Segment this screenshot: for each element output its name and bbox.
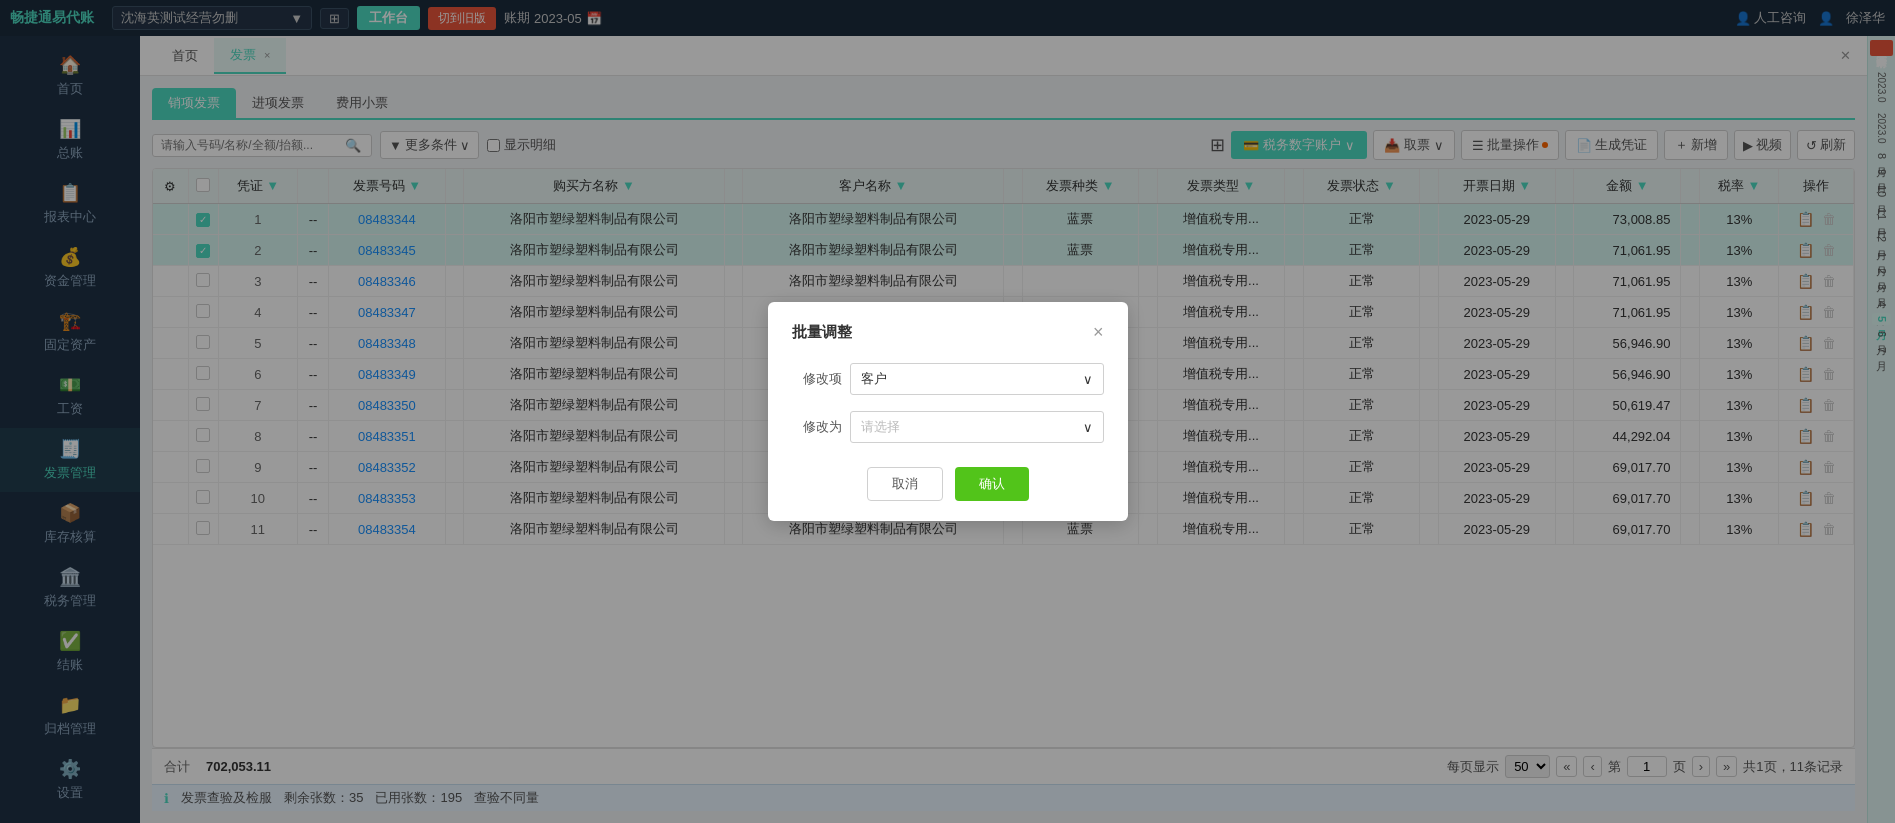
modal-close-btn[interactable]: × [1093,322,1104,343]
modal-overlay: 批量调整 × 修改项 客户 ∨ 修改为 请选择 ∨ 取消 确认 [0,0,1895,823]
modify-value-label: 修改为 [792,418,842,436]
modal-cancel-btn[interactable]: 取消 [867,467,943,501]
modify-value-placeholder: 请选择 [861,418,900,436]
value-select-arrow-icon: ∨ [1083,420,1093,435]
modal-value-row: 修改为 请选择 ∨ [792,411,1104,443]
modify-field-value: 客户 [861,370,887,388]
modify-field-select[interactable]: 客户 ∨ [850,363,1104,395]
modify-value-select[interactable]: 请选择 ∨ [850,411,1104,443]
modal-title: 批量调整 [792,323,852,342]
modal-header: 批量调整 × [792,322,1104,343]
field-select-arrow-icon: ∨ [1083,372,1093,387]
modal-confirm-btn[interactable]: 确认 [955,467,1029,501]
modal-field-row: 修改项 客户 ∨ [792,363,1104,395]
modify-field-label: 修改项 [792,370,842,388]
batch-adjust-modal: 批量调整 × 修改项 客户 ∨ 修改为 请选择 ∨ 取消 确认 [768,302,1128,521]
modal-footer: 取消 确认 [792,467,1104,501]
